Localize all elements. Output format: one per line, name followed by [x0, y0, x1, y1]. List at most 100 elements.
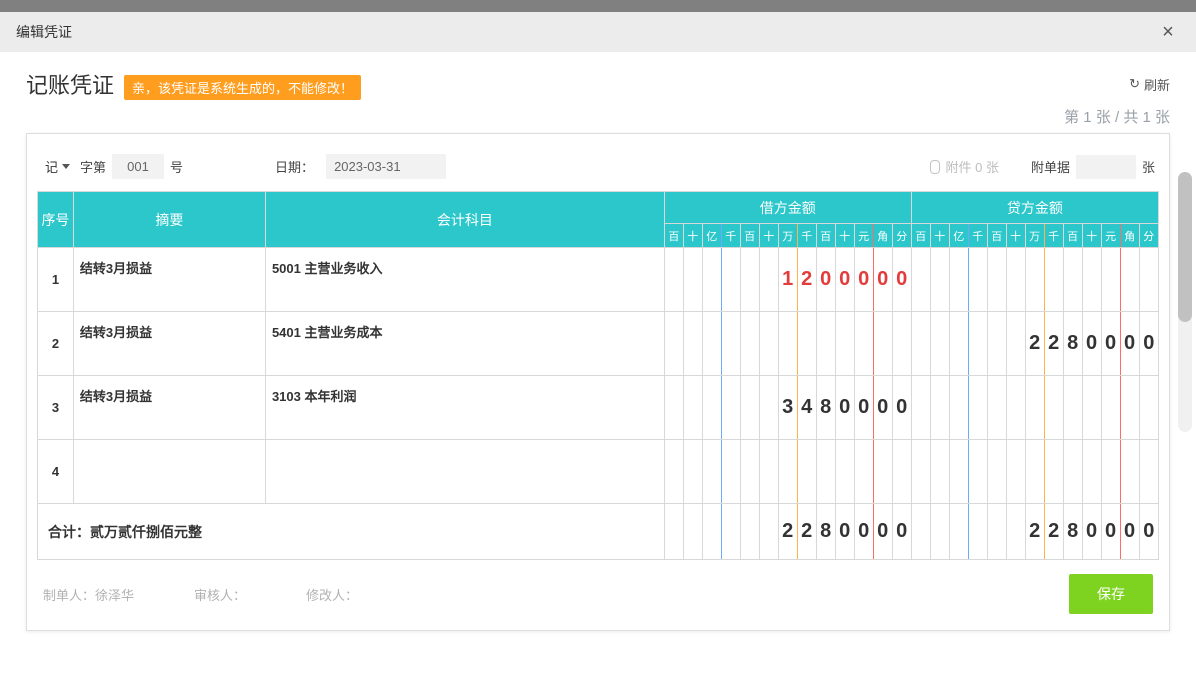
digit-cell[interactable]	[949, 440, 968, 504]
account-cell[interactable]: 5001 主营业务收入	[265, 248, 664, 312]
summary-cell[interactable]: 结转3月损益	[73, 248, 265, 312]
digit-cell[interactable]	[759, 312, 778, 376]
digit-cell[interactable]	[968, 504, 987, 560]
digit-cell[interactable]	[1120, 440, 1139, 504]
digit-cell[interactable]: 0	[1120, 504, 1139, 560]
digit-cell[interactable]: 8	[1063, 504, 1082, 560]
digit-cell[interactable]	[664, 248, 683, 312]
account-cell[interactable]: 3103 本年利润	[265, 376, 664, 440]
digit-cell[interactable]: 0	[854, 248, 873, 312]
digit-cell[interactable]	[1082, 248, 1101, 312]
summary-cell[interactable]	[73, 440, 265, 504]
digit-cell[interactable]	[1006, 248, 1025, 312]
digit-cell[interactable]	[816, 312, 835, 376]
digit-cell[interactable]	[987, 440, 1006, 504]
digit-cell[interactable]	[930, 440, 949, 504]
digit-cell[interactable]: 0	[1082, 504, 1101, 560]
digit-cell[interactable]	[721, 440, 740, 504]
digit-cell[interactable]	[930, 312, 949, 376]
digit-cell[interactable]	[797, 312, 816, 376]
digit-cell[interactable]	[968, 440, 987, 504]
digit-cell[interactable]	[740, 440, 759, 504]
digit-cell[interactable]	[1120, 376, 1139, 440]
digit-cell[interactable]	[1101, 248, 1120, 312]
digit-cell[interactable]	[930, 248, 949, 312]
digit-cell[interactable]	[721, 504, 740, 560]
digit-cell[interactable]	[911, 248, 930, 312]
summary-cell[interactable]: 结转3月损益	[73, 312, 265, 376]
digit-cell[interactable]	[702, 376, 721, 440]
digit-cell[interactable]	[911, 376, 930, 440]
digit-cell[interactable]	[949, 376, 968, 440]
digit-cell[interactable]	[778, 440, 797, 504]
digit-cell[interactable]: 2	[1044, 312, 1063, 376]
digit-cell[interactable]: 2	[797, 504, 816, 560]
voucher-number-input[interactable]: 001	[112, 154, 164, 179]
digit-cell[interactable]	[1006, 312, 1025, 376]
digit-cell[interactable]	[664, 312, 683, 376]
digit-cell[interactable]	[987, 248, 1006, 312]
digit-cell[interactable]	[1063, 376, 1082, 440]
digit-cell[interactable]	[930, 376, 949, 440]
digit-cell[interactable]	[968, 312, 987, 376]
digit-cell[interactable]	[892, 440, 911, 504]
digit-cell[interactable]	[740, 248, 759, 312]
digit-cell[interactable]	[1006, 440, 1025, 504]
digit-cell[interactable]	[759, 440, 778, 504]
digit-cell[interactable]	[835, 312, 854, 376]
digit-cell[interactable]	[911, 312, 930, 376]
digit-cell[interactable]	[1082, 376, 1101, 440]
digit-cell[interactable]: 0	[1101, 312, 1120, 376]
digit-cell[interactable]	[740, 376, 759, 440]
digit-cell[interactable]	[949, 248, 968, 312]
digit-cell[interactable]: 0	[1120, 312, 1139, 376]
digit-cell[interactable]: 3	[778, 376, 797, 440]
digit-cell[interactable]	[968, 248, 987, 312]
digit-cell[interactable]	[1139, 376, 1158, 440]
digit-cell[interactable]	[778, 312, 797, 376]
digit-cell[interactable]	[911, 504, 930, 560]
digit-cell[interactable]	[721, 312, 740, 376]
digit-cell[interactable]: 2	[778, 504, 797, 560]
digit-cell[interactable]: 8	[1063, 312, 1082, 376]
digit-cell[interactable]	[968, 376, 987, 440]
date-input[interactable]: 2023-03-31	[326, 154, 446, 179]
digit-cell[interactable]	[987, 504, 1006, 560]
digit-cell[interactable]	[1006, 376, 1025, 440]
digit-cell[interactable]	[683, 248, 702, 312]
digit-cell[interactable]: 0	[835, 504, 854, 560]
digit-cell[interactable]	[1044, 440, 1063, 504]
digit-cell[interactable]: 2	[797, 248, 816, 312]
digit-cell[interactable]: 0	[1139, 504, 1158, 560]
receipt-count-input[interactable]	[1076, 155, 1136, 179]
digit-cell[interactable]	[987, 312, 1006, 376]
digit-cell[interactable]	[1101, 440, 1120, 504]
digit-cell[interactable]: 0	[835, 376, 854, 440]
digit-cell[interactable]	[702, 440, 721, 504]
digit-cell[interactable]	[1101, 376, 1120, 440]
digit-cell[interactable]: 0	[892, 376, 911, 440]
digit-cell[interactable]	[930, 504, 949, 560]
digit-cell[interactable]: 2	[1025, 312, 1044, 376]
digit-cell[interactable]	[1139, 248, 1158, 312]
summary-cell[interactable]: 结转3月损益	[73, 376, 265, 440]
digit-cell[interactable]	[683, 376, 702, 440]
account-cell[interactable]: 5401 主营业务成本	[265, 312, 664, 376]
digit-cell[interactable]	[816, 440, 835, 504]
digit-cell[interactable]	[759, 248, 778, 312]
digit-cell[interactable]	[835, 440, 854, 504]
digit-cell[interactable]	[892, 312, 911, 376]
digit-cell[interactable]	[797, 440, 816, 504]
digit-cell[interactable]	[1082, 440, 1101, 504]
digit-cell[interactable]	[1044, 376, 1063, 440]
digit-cell[interactable]: 0	[873, 376, 892, 440]
digit-cell[interactable]: 2	[1025, 504, 1044, 560]
digit-cell[interactable]	[854, 440, 873, 504]
digit-cell[interactable]: 2	[1044, 504, 1063, 560]
digit-cell[interactable]	[740, 312, 759, 376]
digit-cell[interactable]	[740, 504, 759, 560]
voucher-type-select[interactable]: 记	[41, 155, 74, 178]
close-icon[interactable]: ×	[1156, 21, 1180, 44]
digit-cell[interactable]	[949, 312, 968, 376]
digit-cell[interactable]	[721, 248, 740, 312]
